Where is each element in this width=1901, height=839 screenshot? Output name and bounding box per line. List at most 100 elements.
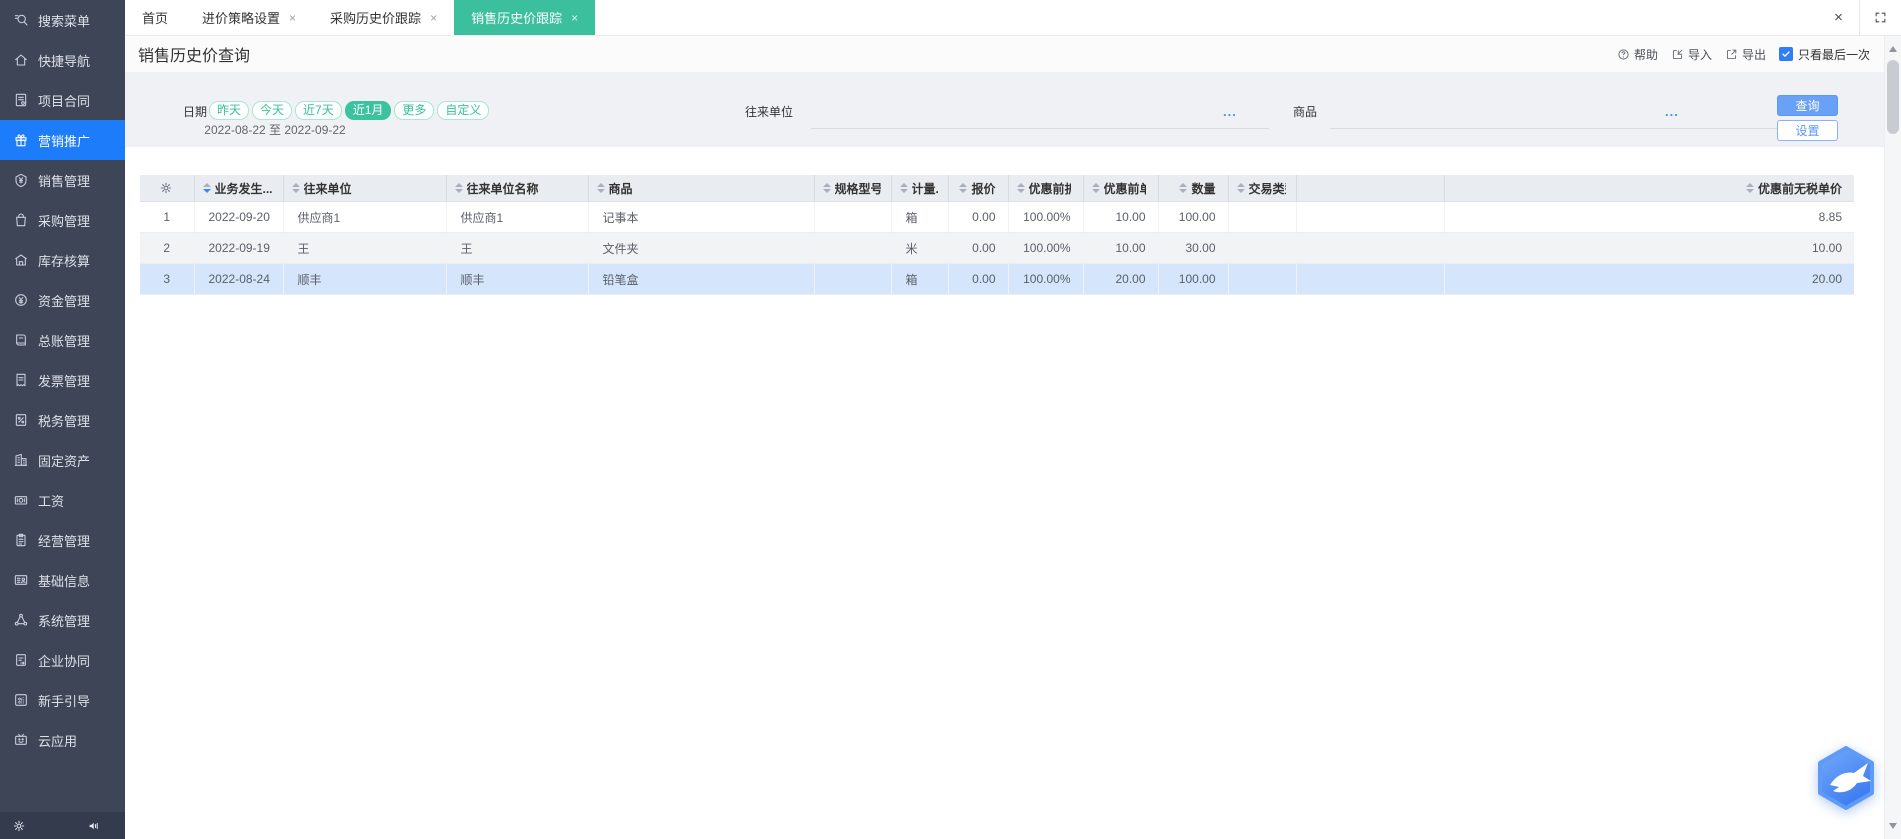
cell-product: 铅笔盒 xyxy=(588,263,815,295)
table-settings-gear[interactable] xyxy=(140,175,195,202)
date-pill-近7天[interactable]: 近7天 xyxy=(295,101,342,120)
sidebar-item-promotion[interactable]: 营销推广 xyxy=(0,120,125,160)
product-picker-dots[interactable]: ... xyxy=(1665,105,1679,118)
sidebar-item-sales[interactable]: 销售管理 xyxy=(0,160,125,200)
column-header-spacer[interactable] xyxy=(1296,175,1445,202)
sidebar-item-invoice[interactable]: 发票管理 xyxy=(0,360,125,400)
tab-采购历史价跟踪[interactable]: 采购历史价跟踪 × xyxy=(313,0,454,35)
sidebar-item-search[interactable]: 搜索菜单 xyxy=(0,0,125,40)
date-pill-近1月[interactable]: 近1月 xyxy=(344,101,392,120)
vertical-scrollbar[interactable] xyxy=(1884,36,1901,839)
assistant-bird-icon[interactable] xyxy=(1813,745,1879,811)
column-label: 往来单位名称 xyxy=(466,181,539,196)
column-header-unit[interactable]: 计量... xyxy=(891,175,949,202)
fullscreen-icon[interactable] xyxy=(1859,0,1901,35)
close-window-icon[interactable]: × xyxy=(1818,0,1859,35)
scroll-up-icon[interactable] xyxy=(1885,42,1901,56)
tab-销售历史价跟踪[interactable]: 销售历史价跟踪 × xyxy=(454,0,596,35)
sidebar-item-inventory[interactable]: 库存核算 xyxy=(0,240,125,280)
product-input[interactable] xyxy=(1330,102,1778,129)
partner-picker-dots[interactable]: ... xyxy=(1223,105,1237,118)
speaker-icon[interactable] xyxy=(87,819,101,833)
cell-quote: 0.00 xyxy=(948,201,1009,233)
table-row[interactable]: 3 2022-08-24 顺丰 顺丰 铅笔盒箱 0.00 100.00% 20.00 100.0… xyxy=(140,263,1854,295)
cell-pre_unit_price: 10.00 xyxy=(1083,232,1159,264)
column-header-product[interactable]: 商品 xyxy=(588,175,815,202)
column-header-partner[interactable]: 往来单位 xyxy=(283,175,447,202)
page-header: 销售历史价查询 帮助 导入 导出 只看最后一次 xyxy=(125,36,1884,72)
sidebar-item-salary[interactable]: 工资 xyxy=(0,480,125,520)
gear-icon xyxy=(159,181,173,195)
inventory-icon xyxy=(13,252,29,268)
sidebar-item-contract[interactable]: 项目合同 xyxy=(0,80,125,120)
table-row[interactable]: 2 2022-09-19 王王文件夹米 0.00 100.00% 10.00 30.00 10… xyxy=(140,232,1854,264)
tab-label: 采购历史价跟踪 xyxy=(330,11,422,26)
column-label: 往来单位 xyxy=(303,181,352,196)
tab-close-icon[interactable]: × xyxy=(571,12,578,24)
sidebar-item-collaboration[interactable]: 企业协同 xyxy=(0,640,125,680)
column-header-pre_tax_unit_price[interactable]: 优惠前无税单价 xyxy=(1444,175,1854,202)
sidebar: 搜索菜单 快捷导航 项目合同 营销推广 销售管理采购管理库存核算 资金管理 总账管理 发票管理… xyxy=(0,0,125,839)
cell-spacer xyxy=(1296,232,1445,264)
sales-icon xyxy=(13,172,29,188)
settings-button[interactable]: 设置 xyxy=(1777,120,1838,141)
tab-close-icon[interactable]: × xyxy=(289,12,296,24)
main-content: 日期 昨天 今天 近7天 近1月 更多 自定义 2022-08-22 至 2022-09-… xyxy=(125,72,1884,839)
settings-gear-icon[interactable] xyxy=(12,819,26,833)
cell-index: 3 xyxy=(140,263,195,295)
column-header-partner_name[interactable]: 往来单位名称 xyxy=(446,175,589,202)
sidebar-item-tax[interactable]: 税务管理 xyxy=(0,400,125,440)
cell-spec xyxy=(814,201,892,233)
export-button[interactable]: 导出 xyxy=(1725,46,1766,63)
import-button[interactable]: 导入 xyxy=(1671,46,1712,63)
partner-input[interactable] xyxy=(811,102,1269,129)
sidebar-item-cloud-app[interactable]: 云应用 xyxy=(0,720,125,760)
date-pill-昨天[interactable]: 昨天 xyxy=(209,101,250,120)
tab-进价策略设置[interactable]: 进价策略设置 × xyxy=(185,0,313,35)
sidebar-item-operation[interactable]: 经营管理 xyxy=(0,520,125,560)
sidebar-item-funds[interactable]: 资金管理 xyxy=(0,280,125,320)
column-header-spec[interactable]: 规格型号 xyxy=(814,175,892,202)
cell-partner_name: 供应商1 xyxy=(446,201,589,233)
export-icon xyxy=(1726,49,1737,59)
scroll-down-icon[interactable] xyxy=(1885,819,1901,833)
only-last-checkbox[interactable]: 只看最后一次 xyxy=(1778,46,1870,63)
cell-date: 2022-09-20 xyxy=(194,201,284,233)
cell-trade_type xyxy=(1228,232,1297,264)
column-header-quote[interactable]: 报价 xyxy=(948,175,1009,202)
column-header-pre_discount[interactable]: 优惠前折... xyxy=(1008,175,1084,202)
sidebar-item-home[interactable]: 快捷导航 xyxy=(0,40,125,80)
column-header-qty[interactable]: 数量 xyxy=(1158,175,1229,202)
sidebar-item-base-info[interactable]: 基础信息 xyxy=(0,560,125,600)
sidebar-item-system[interactable]: 系统管理 xyxy=(0,600,125,640)
query-button[interactable]: 查询 xyxy=(1777,95,1838,116)
results-table-wrap: 业务发生... 往来单位 往来单位名称 商品 规格型号 计量... 报价 优惠前折... 优惠前… xyxy=(140,175,1854,295)
date-pill-自定义[interactable]: 自定义 xyxy=(437,101,490,120)
sidebar-item-label: 采购管理 xyxy=(38,213,91,229)
tab-label: 首页 xyxy=(142,11,169,26)
date-pill-更多[interactable]: 更多 xyxy=(394,101,435,120)
tab-close-icon[interactable]: × xyxy=(430,12,437,24)
column-header-date[interactable]: 业务发生... xyxy=(194,175,284,202)
header-actions: 帮助 导入 导出 只看最后一次 xyxy=(1617,46,1870,63)
scrollbar-thumb[interactable] xyxy=(1887,60,1899,134)
date-pill-今天[interactable]: 今天 xyxy=(252,101,293,120)
date-range-text: 2022-08-22 至 2022-09-22 xyxy=(204,123,346,137)
tab-bar: 首页 进价策略设置 × 采购历史价跟踪 × 销售历史价跟踪 × × xyxy=(125,0,1901,36)
sort-arrows-icon xyxy=(822,183,831,193)
funds-icon xyxy=(13,292,29,308)
table-row[interactable]: 1 2022-09-20 供应商1 供应商1 记事本箱 0.00 100.00% 10.00 1… xyxy=(140,201,1854,233)
tab-首页[interactable]: 首页 xyxy=(125,0,185,35)
column-header-pre_unit_price[interactable]: 优惠前单... xyxy=(1083,175,1159,202)
cell-trade_type xyxy=(1228,263,1297,295)
sidebar-item-ledger[interactable]: 总账管理 xyxy=(0,320,125,360)
sidebar-item-purchase[interactable]: 采购管理 xyxy=(0,200,125,240)
cell-partner: 王 xyxy=(283,232,447,264)
column-header-trade_type[interactable]: 交易类型 xyxy=(1228,175,1297,202)
help-button[interactable]: 帮助 xyxy=(1617,46,1658,63)
cloud-app-icon xyxy=(13,732,29,748)
results-table: 业务发生... 往来单位 往来单位名称 商品 规格型号 计量... 报价 优惠前折... 优惠前… xyxy=(140,175,1854,295)
sidebar-item-newbie[interactable]: 新 新手引导 xyxy=(0,680,125,720)
sidebar-item-fixed-assets[interactable]: 固定资产 xyxy=(0,440,125,480)
cell-partner: 顺丰 xyxy=(283,263,447,295)
